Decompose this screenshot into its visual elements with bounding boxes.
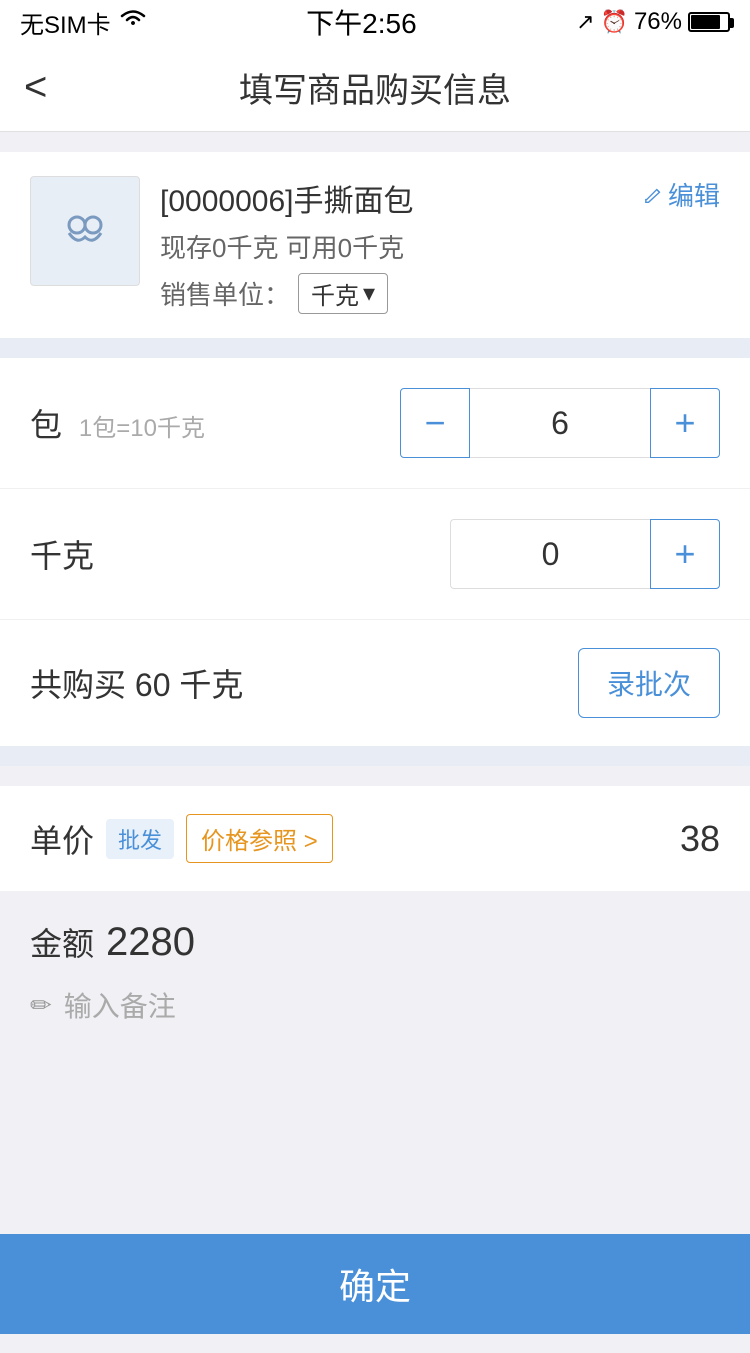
edit-button[interactable]: 编辑 (644, 176, 720, 213)
remark-row[interactable]: ✏ 输入备注 (30, 985, 720, 1025)
amount-row: 金额 2280 (30, 919, 720, 965)
amount-section: 金额 2280 ✏ 输入备注 (0, 891, 750, 1053)
kg-controls: + (450, 519, 720, 589)
bao-input[interactable] (470, 388, 650, 458)
bao-label: 包 1包=10千克 (30, 400, 380, 446)
section-divider-2 (0, 746, 750, 766)
price-ref-button[interactable]: 价格参照 > (186, 814, 333, 863)
product-stock: 现存0千克 可用0千克 (160, 228, 720, 265)
location-icon: ↗ (576, 9, 594, 35)
status-right: ↗ ⏰ 76% (576, 8, 730, 36)
kg-input[interactable] (450, 519, 650, 589)
record-batch-button[interactable]: 录批次 (578, 648, 720, 718)
wifi-icon (119, 8, 147, 36)
confirm-button[interactable]: 确定 (0, 1234, 750, 1334)
product-title: [0000006]手撕面包 (160, 176, 413, 220)
bao-plus-button[interactable]: + (650, 388, 720, 458)
bao-minus-button[interactable]: − (400, 388, 470, 458)
price-section: 单价 批发 价格参照 > 38 (0, 786, 750, 891)
kg-input-row: 千克 + (0, 489, 750, 620)
total-text: 共购买 60 千克 (30, 660, 243, 706)
product-card: [0000006]手撕面包 编辑 现存0千克 可用0千克 销售单位： 千克 ▾ (0, 152, 750, 338)
product-unit: 销售单位： 千克 ▾ (160, 273, 720, 314)
back-button[interactable]: < (24, 65, 47, 110)
time-display: 下午2:56 (306, 2, 417, 42)
product-thumbnail (30, 176, 140, 286)
bao-hint: 1包=10千克 (79, 415, 205, 442)
bao-input-row: 包 1包=10千克 − + (0, 358, 750, 489)
section-divider-1 (0, 338, 750, 358)
status-left: 无SIM卡 (20, 5, 147, 40)
product-info: [0000006]手撕面包 编辑 现存0千克 可用0千克 销售单位： 千克 ▾ (160, 176, 720, 314)
unit-dropdown[interactable]: 千克 ▾ (298, 273, 388, 314)
battery-percent: 76% (634, 8, 682, 36)
status-bar: 无SIM卡 下午2:56 ↗ ⏰ 76% (0, 0, 750, 44)
bao-controls: − + (400, 388, 720, 458)
pencil-icon: ✏ (30, 990, 52, 1021)
carrier-label: 无SIM卡 (20, 5, 111, 40)
battery-icon (688, 12, 730, 32)
price-value: 38 (680, 818, 720, 860)
total-row: 共购买 60 千克 录批次 (0, 620, 750, 746)
remark-placeholder: 输入备注 (64, 985, 176, 1025)
quantity-section: 包 1包=10千克 − + 千克 + (0, 358, 750, 620)
page-title: 填写商品购买信息 (239, 63, 511, 112)
nav-bar: < 填写商品购买信息 (0, 44, 750, 132)
kg-label: 千克 (30, 531, 430, 577)
price-type-badge: 批发 (106, 819, 174, 859)
price-label: 单价 (30, 816, 94, 862)
alarm-icon: ⏰ (601, 9, 628, 35)
amount-label: 金额 (30, 919, 94, 965)
price-left: 单价 批发 价格参照 > (30, 814, 333, 863)
total-amount: 60 (135, 667, 171, 703)
kg-plus-button[interactable]: + (650, 519, 720, 589)
amount-value: 2280 (106, 920, 195, 965)
